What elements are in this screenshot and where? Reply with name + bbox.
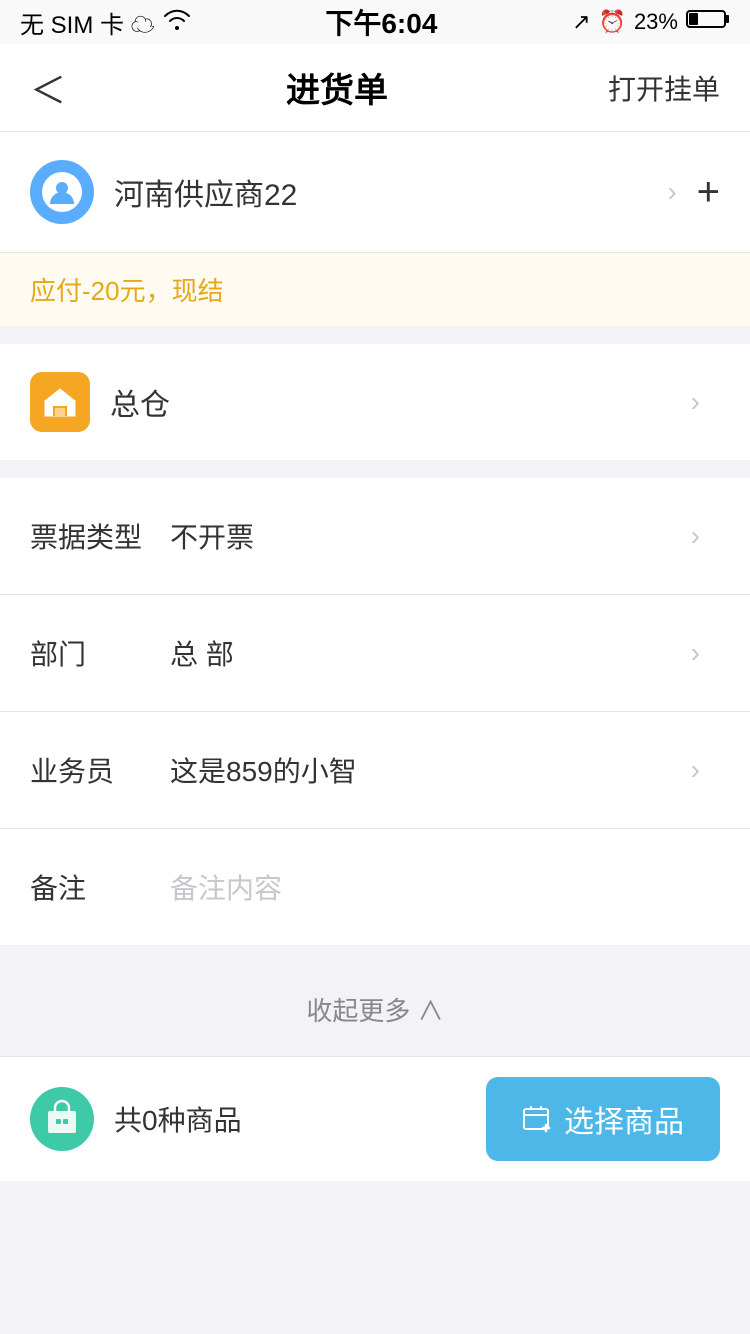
select-product-button[interactable]: 选择商品 xyxy=(486,1077,720,1161)
location-icon: ↗ xyxy=(572,9,590,35)
warehouse-name: 总仓 xyxy=(110,380,691,424)
invoice-type-value: 不开票 xyxy=(170,516,691,556)
notice-text: 应付-20元，现结 xyxy=(30,276,224,306)
collapse-label: 收起更多 ∧ xyxy=(306,991,443,1028)
remark-label: 备注 xyxy=(30,867,170,907)
invoice-type-label: 票据类型 xyxy=(30,516,170,556)
warehouse-section: 总仓 › xyxy=(0,344,750,460)
status-left: 无 SIM 卡 ☁ xyxy=(20,5,191,40)
supplier-avatar xyxy=(30,160,94,224)
select-product-label: 选择商品 xyxy=(564,1097,684,1141)
status-time: 下午6:04 xyxy=(325,2,437,42)
salesperson-chevron-icon: › xyxy=(691,754,700,786)
warehouse-chevron-icon: › xyxy=(691,386,700,418)
form-section: 票据类型 不开票 › 部门 总 部 › 业务员 这是859的小智 › 备注 备注… xyxy=(0,478,750,945)
supplier-name: 河南供应商22 xyxy=(114,170,667,214)
salesperson-value: 这是859的小智 xyxy=(170,750,691,790)
supplier-chevron-icon: › xyxy=(667,176,676,208)
alarm-icon: ⏰ xyxy=(599,9,626,35)
remark-row[interactable]: 备注 备注内容 xyxy=(0,828,750,945)
department-row[interactable]: 部门 总 部 › xyxy=(0,594,750,711)
page-title: 进货单 xyxy=(286,63,388,112)
department-chevron-icon: › xyxy=(691,637,700,669)
battery-icon xyxy=(686,8,730,36)
warehouse-icon xyxy=(30,372,90,432)
collapse-row[interactable]: 收起更多 ∧ xyxy=(0,963,750,1056)
salesperson-label: 业务员 xyxy=(30,750,170,790)
supplier-row[interactable]: 河南供应商22 › + xyxy=(0,132,750,253)
invoice-type-row[interactable]: 票据类型 不开票 › xyxy=(0,478,750,594)
department-value: 总 部 xyxy=(170,633,691,673)
status-bar: 无 SIM 卡 ☁ 下午6:04 ↗ ⏰ 23% xyxy=(0,0,750,44)
product-icon xyxy=(30,1087,94,1151)
bottom-bar: 共0种商品 选择商品 xyxy=(0,1056,750,1181)
salesperson-row[interactable]: 业务员 这是859的小智 › xyxy=(0,711,750,828)
status-right: ↗ ⏰ 23% xyxy=(572,8,730,36)
invoice-type-chevron-icon: › xyxy=(691,520,700,552)
nav-bar: ＜ 进货单 打开挂单 xyxy=(0,44,750,132)
avatar-icon xyxy=(42,172,82,212)
back-button[interactable]: ＜ xyxy=(30,62,66,114)
open-pending-button[interactable]: 打开挂单 xyxy=(608,68,720,108)
department-label: 部门 xyxy=(30,633,170,673)
remark-input[interactable]: 备注内容 xyxy=(170,867,720,907)
product-count-label: 共0种商品 xyxy=(114,1099,486,1139)
notice-bar: 应付-20元，现结 xyxy=(0,253,750,326)
supplier-section: 河南供应商22 › + 应付-20元，现结 xyxy=(0,132,750,326)
wifi-icon xyxy=(163,8,191,37)
battery-label: 23% xyxy=(634,9,678,35)
warehouse-row[interactable]: 总仓 › xyxy=(0,344,750,460)
no-sim-label: 无 SIM 卡 ☁ xyxy=(20,5,155,40)
add-button[interactable]: + xyxy=(697,172,720,212)
